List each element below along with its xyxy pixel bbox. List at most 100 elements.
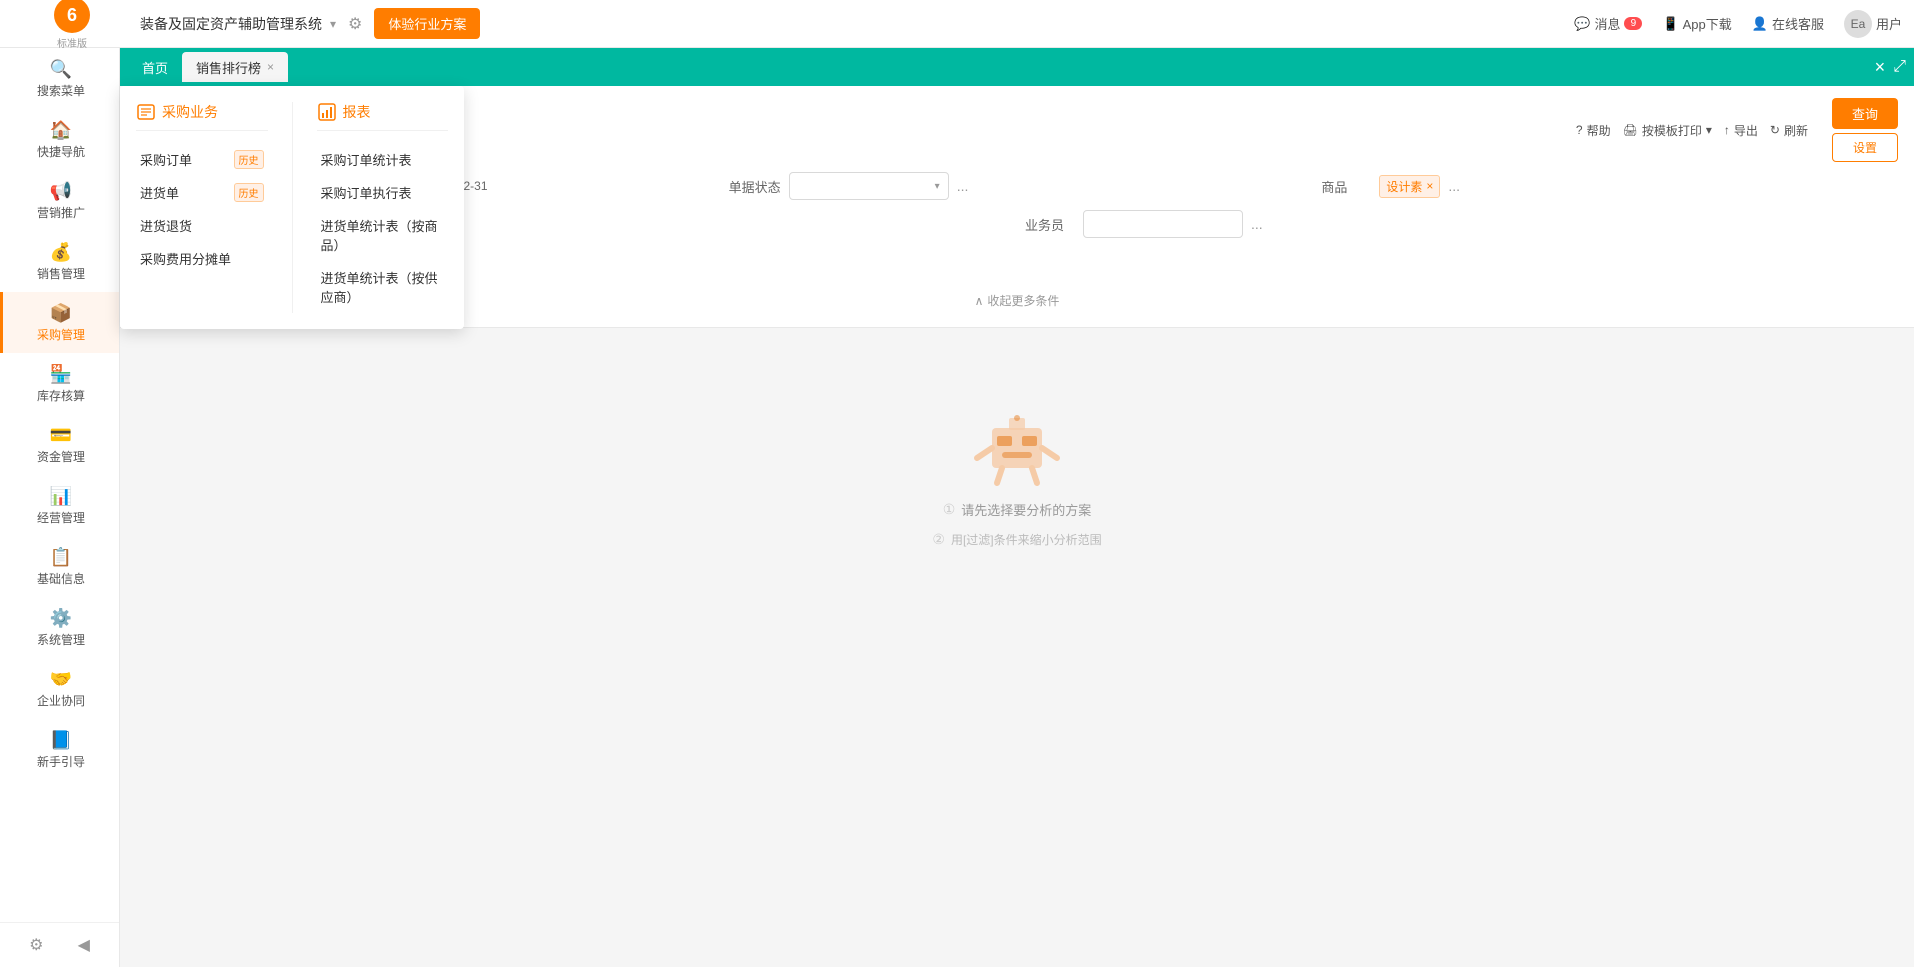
dropdown-item-goods-return[interactable]: 进货退货 — [136, 209, 268, 242]
sidebar-item-new-guide[interactable]: 📘 新手引导 — [0, 719, 119, 780]
message-label: 消息 — [1594, 14, 1620, 33]
tab-close-icon[interactable]: × — [267, 61, 274, 73]
refresh-label: 刷新 — [1784, 122, 1808, 139]
service-icon: 👤 — [1752, 16, 1768, 32]
sidebar-label-operation: 经营管理 — [37, 509, 85, 526]
user-avatar: Ea — [1844, 10, 1872, 38]
collapse-sidebar-icon[interactable]: ◀ — [78, 935, 90, 955]
purchase-order-history[interactable]: 历史 — [234, 150, 264, 169]
message-item[interactable]: 💬 消息 9 — [1574, 14, 1642, 33]
tab-fullscreen-icon[interactable]: ⤢ — [1893, 58, 1906, 76]
tab-sales-rank[interactable]: 销售排行榜 × — [182, 52, 288, 82]
purchase-dropdown: 采购业务 采购订单 历史 进货单 历史 进货退货 采购费用分摊单 — [120, 86, 464, 329]
dropdown-divider — [292, 102, 293, 313]
phone-icon: 📱 — [1662, 16, 1678, 32]
salesperson-select[interactable] — [1083, 210, 1243, 238]
purchase-expense-label: 采购费用分摊单 — [140, 249, 231, 268]
doc-status-filter-group: 单据状态 ▾ ... — [729, 172, 1306, 200]
salesperson-ellipsis[interactable]: ... — [1251, 216, 1263, 232]
report-col-icon — [317, 102, 337, 122]
tab-home[interactable]: 首页 — [128, 52, 182, 82]
sidebar-label-enterprise: 企业协同 — [37, 692, 85, 709]
export-button[interactable]: ↑ 导出 — [1724, 122, 1758, 139]
sidebar-item-operation[interactable]: 📊 经营管理 — [0, 475, 119, 536]
goods-tag-close[interactable]: × — [1426, 179, 1433, 193]
sidebar-item-finance[interactable]: 💳 资金管理 — [0, 414, 119, 475]
app-download-item[interactable]: 📱 App下载 — [1662, 14, 1731, 33]
content-wrapper: 首页 销售排行榜 × × ⤢ 采购业务 — [120, 48, 1914, 967]
sidebar-item-purchase[interactable]: 📦 采购管理 — [0, 292, 119, 353]
sidebar-item-marketing[interactable]: 📢 营销推广 — [0, 170, 119, 231]
user-item[interactable]: Ea 用户 — [1844, 10, 1902, 38]
print-label: 按模板打印 — [1642, 122, 1702, 139]
settings-icon[interactable]: ⚙ — [348, 14, 362, 34]
receipt-stats-goods-label: 进货单统计表（按商品） — [321, 216, 445, 254]
search-icon: 🔍 — [50, 60, 72, 78]
sidebar-label-search: 搜索菜单 — [37, 82, 85, 99]
sidebar-label-sales: 销售管理 — [37, 265, 85, 282]
purchase-col-header: 采购业务 — [136, 102, 268, 131]
sidebar-item-basic-info[interactable]: 📋 基础信息 — [0, 536, 119, 597]
sidebar-item-sales[interactable]: 💰 销售管理 — [0, 231, 119, 292]
sidebar-label-system: 系统管理 — [37, 631, 85, 648]
hint1-bullet: ① — [943, 501, 956, 518]
purchase-col-title: 采购业务 — [162, 102, 218, 122]
goods-receipt-history[interactable]: 历史 — [234, 183, 264, 202]
goods-tag-text: 设计素 — [1386, 178, 1422, 195]
settings-button[interactable]: 设置 — [1832, 133, 1898, 162]
title-dropdown-arrow[interactable]: ▾ — [330, 17, 336, 31]
industry-button[interactable]: 体验行业方案 — [374, 8, 480, 39]
doc-status-select[interactable]: ▾ — [789, 172, 949, 200]
dropdown-item-purchase-expense[interactable]: 采购费用分摊单 — [136, 242, 268, 275]
sidebar-item-quick-nav[interactable]: 🏠 快捷导航 — [0, 109, 119, 170]
message-badge: 9 — [1624, 17, 1642, 30]
help-label: 帮助 — [1587, 122, 1611, 139]
tab-sales-rank-label: 销售排行榜 — [196, 58, 261, 77]
sidebar-label-new-guide: 新手引导 — [37, 753, 85, 770]
sidebar-label-quick-nav: 快捷导航 — [37, 143, 85, 160]
sidebar-item-system[interactable]: ⚙️ 系统管理 — [0, 597, 119, 658]
message-icon: 💬 — [1574, 16, 1590, 32]
online-service-item[interactable]: 👤 在线客服 — [1752, 14, 1824, 33]
sidebar-item-inventory[interactable]: 🏪 库存核算 — [0, 353, 119, 414]
system-title-area: 装备及固定资产辅助管理系统 ▾ ⚙ — [140, 14, 362, 34]
home-icon: 🏠 — [50, 121, 72, 139]
dropdown-item-order-exec[interactable]: 采购订单执行表 — [317, 176, 449, 209]
sidebar-item-search[interactable]: 🔍 搜索菜单 — [0, 48, 119, 109]
report-col-header: 报表 — [317, 102, 449, 131]
goods-ellipsis[interactable]: ... — [1448, 178, 1460, 194]
export-label: 导出 — [1734, 122, 1758, 139]
query-button[interactable]: 查询 — [1832, 98, 1898, 129]
sidebar-label-marketing: 营销推广 — [37, 204, 85, 221]
help-button[interactable]: ? 帮助 — [1576, 122, 1611, 139]
print-button[interactable]: 🖨 按模板打印 ▾ — [1623, 122, 1712, 139]
dropdown-item-goods-receipt[interactable]: 进货单 历史 — [136, 176, 268, 209]
report-col-title: 报表 — [343, 102, 371, 122]
sidebar-bottom: ⚙ ◀ — [0, 922, 119, 967]
purchase-col: 采购业务 采购订单 历史 进货单 历史 进货退货 采购费用分摊单 — [136, 102, 268, 313]
tab-home-label: 首页 — [142, 58, 168, 77]
dropdown-item-order-stats[interactable]: 采购订单统计表 — [317, 143, 449, 176]
order-exec-label: 采购订单执行表 — [321, 183, 412, 202]
goods-tag: 设计素 × — [1379, 175, 1440, 198]
sidebar-item-enterprise[interactable]: 🤝 企业协同 — [0, 658, 119, 719]
tab-close-all-icon[interactable]: × — [1875, 57, 1886, 78]
user-label: 用户 — [1876, 14, 1902, 33]
doc-status-ellipsis[interactable]: ... — [957, 178, 969, 194]
goods-return-label: 进货退货 — [140, 216, 192, 235]
refresh-button[interactable]: ↻ 刷新 — [1770, 122, 1808, 139]
print-icon: 🖨 — [1623, 123, 1638, 137]
settings-bottom-icon[interactable]: ⚙ — [29, 935, 43, 955]
order-stats-label: 采购订单统计表 — [321, 150, 412, 169]
empty-illustration — [967, 408, 1067, 488]
header-right: 💬 消息 9 📱 App下载 👤 在线客服 Ea 用户 — [1574, 10, 1902, 38]
sales-icon: 💰 — [50, 243, 72, 261]
dropdown-item-purchase-order[interactable]: 采购订单 历史 — [136, 143, 268, 176]
dropdown-item-receipt-stats-goods[interactable]: 进货单统计表（按商品） — [317, 209, 449, 261]
collapse-label: 收起更多条件 — [987, 292, 1059, 309]
dropdown-item-receipt-stats-supplier[interactable]: 进货单统计表（按供应商） — [317, 261, 449, 313]
hint2-bullet: ② — [932, 531, 945, 548]
goods-label: 商品 — [1321, 177, 1371, 196]
system-title-text: 装备及固定资产辅助管理系统 — [140, 14, 322, 34]
salesperson-label: 业务员 — [1025, 215, 1075, 234]
